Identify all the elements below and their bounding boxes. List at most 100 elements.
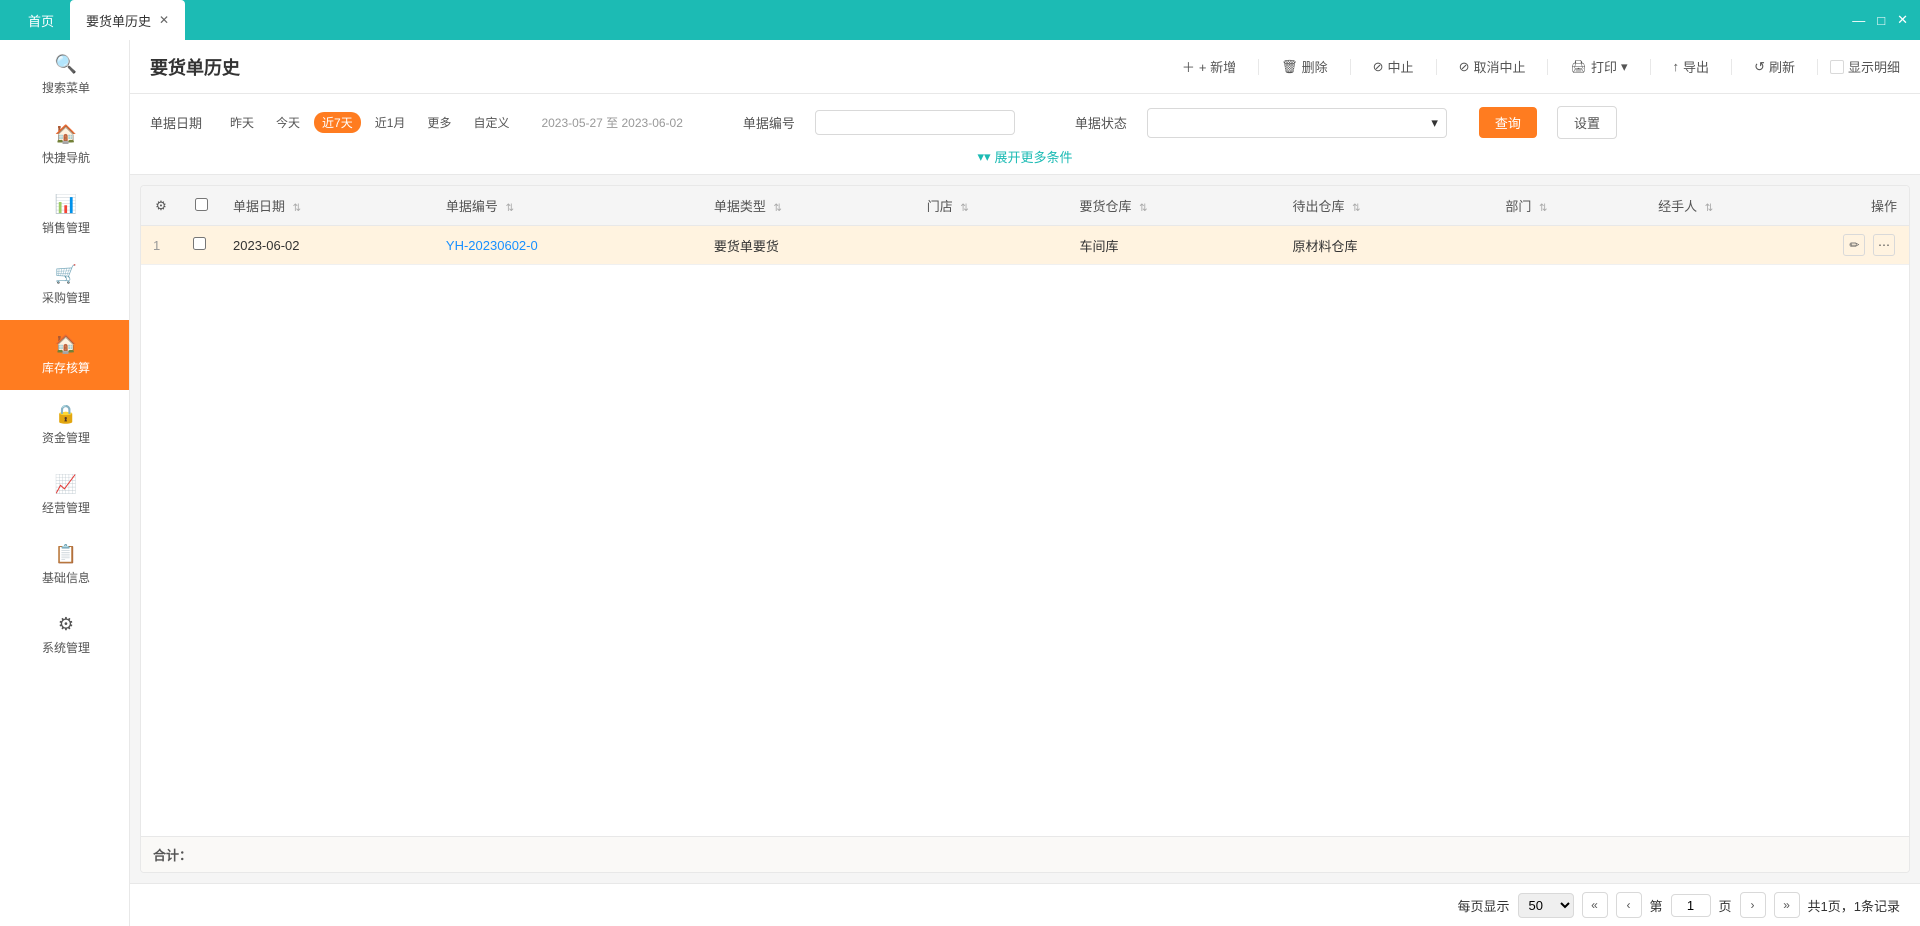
prev-page-btn[interactable]: ‹ xyxy=(1616,892,1642,918)
date-btn-last1month[interactable]: 近1月 xyxy=(367,112,414,133)
th-doc-no[interactable]: 单据编号 ⇅ xyxy=(434,186,702,226)
sort-store-icon: ⇅ xyxy=(960,203,968,214)
tab-requisition-history[interactable]: 要货单历史 ✕ xyxy=(70,0,185,40)
expand-icon: ▾▾ xyxy=(977,149,990,165)
td-req-warehouse: 车间库 xyxy=(1068,226,1281,265)
sidebar-item-search-label: 搜索菜单 xyxy=(42,79,90,96)
page-header: 要货单历史 ＋ + 新增 🗑 删除 ⊘ 中止 ⊘ xyxy=(130,40,1920,94)
td-doc-date: 2023-06-02 xyxy=(221,226,434,265)
td-checkbox[interactable] xyxy=(181,226,221,265)
page-of-label: 页 xyxy=(1719,896,1732,915)
date-range-display: 2023-05-27 至 2023-06-02 xyxy=(541,114,682,131)
window-close-btn[interactable]: ✕ xyxy=(1897,12,1908,28)
finance-icon: 🔒 xyxy=(55,404,77,425)
sidebar-item-search[interactable]: 🔍 搜索菜单 xyxy=(0,40,129,110)
sort-doc-date-icon: ⇅ xyxy=(293,203,301,214)
system-icon: ⚙ xyxy=(58,614,74,635)
status-select[interactable]: ▾ xyxy=(1147,108,1447,138)
th-department[interactable]: 部门 ⇅ xyxy=(1493,186,1646,226)
page-title: 要货单历史 xyxy=(150,54,240,80)
row-edit-btn[interactable]: ✏ xyxy=(1843,234,1865,256)
cancel-suspend-icon: ⊘ xyxy=(1459,59,1470,75)
sort-req-warehouse-icon: ⇅ xyxy=(1139,203,1147,214)
doc-no-filter-label: 单据编号 xyxy=(743,113,795,132)
row-checkbox[interactable] xyxy=(193,237,206,250)
basic-info-icon: 📋 xyxy=(55,544,77,565)
window-actions: — □ ✕ xyxy=(1852,12,1908,28)
divider-6 xyxy=(1731,59,1732,75)
date-btn-today[interactable]: 今天 xyxy=(268,112,308,133)
date-filter-label: 单据日期 xyxy=(150,113,202,132)
date-btn-custom[interactable]: 自定义 xyxy=(465,112,517,133)
sidebar-item-finance-label: 资金管理 xyxy=(42,429,90,446)
refresh-button[interactable]: ↺ 刷新 xyxy=(1744,52,1805,81)
next-page-btn[interactable]: › xyxy=(1740,892,1766,918)
th-store[interactable]: 门店 ⇅ xyxy=(915,186,1068,226)
td-row-num: 1 xyxy=(141,226,181,265)
search-menu-icon: 🔍 xyxy=(55,54,77,75)
sidebar-item-sales[interactable]: 📊 销售管理 xyxy=(0,180,129,250)
doc-no-link[interactable]: YH-20230602-0 xyxy=(446,238,538,253)
sales-icon: 📊 xyxy=(55,194,77,215)
row-more-btn[interactable]: ⋯ xyxy=(1873,234,1895,256)
new-button[interactable]: ＋ + 新增 xyxy=(1172,52,1246,81)
print-icon: 🖨 xyxy=(1570,59,1587,75)
sidebar-item-operations[interactable]: 📈 经营管理 xyxy=(0,460,129,530)
sidebar-item-inventory[interactable]: 🏠 库存核算 xyxy=(0,320,129,390)
sidebar-item-purchase[interactable]: 🛒 采购管理 xyxy=(0,250,129,320)
last-page-btn[interactable]: » xyxy=(1774,892,1800,918)
sort-doc-no-icon: ⇅ xyxy=(506,203,514,214)
td-doc-no[interactable]: YH-20230602-0 xyxy=(434,226,702,265)
window-maximize-btn[interactable]: □ xyxy=(1877,13,1885,28)
print-dropdown-icon: ▾ xyxy=(1621,59,1628,75)
divider-2 xyxy=(1350,59,1351,75)
display-toggle[interactable]: 显示明细 xyxy=(1830,57,1900,76)
doc-no-input[interactable] xyxy=(815,110,1015,135)
divider-3 xyxy=(1436,59,1437,75)
export-icon: ↑ xyxy=(1673,59,1680,74)
sidebar-item-basic-info[interactable]: 📋 基础信息 xyxy=(0,530,129,600)
sidebar-item-finance[interactable]: 🔒 资金管理 xyxy=(0,390,129,460)
suspend-button[interactable]: ⊘ 中止 xyxy=(1363,52,1424,81)
date-btn-yesterday[interactable]: 昨天 xyxy=(222,112,262,133)
page-size-select[interactable]: 50 20 100 200 xyxy=(1518,893,1574,918)
date-btn-last7days[interactable]: 近7天 xyxy=(314,112,361,133)
export-button[interactable]: ↑ 导出 xyxy=(1663,52,1720,81)
current-page-input[interactable] xyxy=(1671,894,1711,917)
delete-icon: 🗑 xyxy=(1281,59,1298,75)
delete-button[interactable]: 🗑 删除 xyxy=(1271,52,1338,81)
first-page-btn[interactable]: « xyxy=(1582,892,1608,918)
date-btn-more[interactable]: 更多 xyxy=(419,112,459,133)
tab-close-icon[interactable]: ✕ xyxy=(159,13,169,27)
sidebar-item-inventory-label: 库存核算 xyxy=(42,359,90,376)
th-handler[interactable]: 经手人 ⇅ xyxy=(1646,186,1829,226)
settings-column-icon: ⚙ xyxy=(155,198,167,213)
tab-home[interactable]: 首页 xyxy=(12,0,70,40)
sidebar-item-shortcuts-label: 快捷导航 xyxy=(42,149,90,166)
query-button[interactable]: 查询 xyxy=(1479,107,1537,138)
th-doc-type[interactable]: 单据类型 ⇅ xyxy=(702,186,915,226)
td-handler xyxy=(1646,226,1829,265)
divider-1 xyxy=(1258,59,1259,75)
purchase-icon: 🛒 xyxy=(55,264,77,285)
th-settings[interactable]: ⚙ xyxy=(141,186,181,226)
sidebar-item-sales-label: 销售管理 xyxy=(42,219,90,236)
refresh-icon: ↺ xyxy=(1754,59,1765,75)
print-button[interactable]: 🖨 打印 ▾ xyxy=(1560,52,1637,81)
th-pending-warehouse[interactable]: 待出仓库 ⇅ xyxy=(1280,186,1493,226)
select-all-checkbox[interactable] xyxy=(195,198,208,211)
settings-button[interactable]: 设置 xyxy=(1557,106,1617,139)
th-checkbox[interactable] xyxy=(181,186,221,226)
sort-pending-warehouse-icon: ⇅ xyxy=(1352,203,1360,214)
sidebar-item-shortcuts[interactable]: 🏠 快捷导航 xyxy=(0,110,129,180)
status-select-arrow: ▾ xyxy=(1431,115,1438,131)
sidebar-item-system[interactable]: ⚙ 系统管理 xyxy=(0,600,129,670)
cancel-suspend-button[interactable]: ⊘ 取消中止 xyxy=(1449,52,1536,81)
page-label: 第 xyxy=(1650,896,1663,915)
expand-conditions-btn[interactable]: ▾▾ 展开更多条件 xyxy=(977,147,1072,166)
th-req-warehouse[interactable]: 要货仓库 ⇅ xyxy=(1068,186,1281,226)
sort-handler-icon: ⇅ xyxy=(1705,203,1713,214)
display-checkbox[interactable] xyxy=(1830,60,1844,74)
window-minimize-btn[interactable]: — xyxy=(1852,13,1865,28)
th-doc-date[interactable]: 单据日期 ⇅ xyxy=(221,186,434,226)
